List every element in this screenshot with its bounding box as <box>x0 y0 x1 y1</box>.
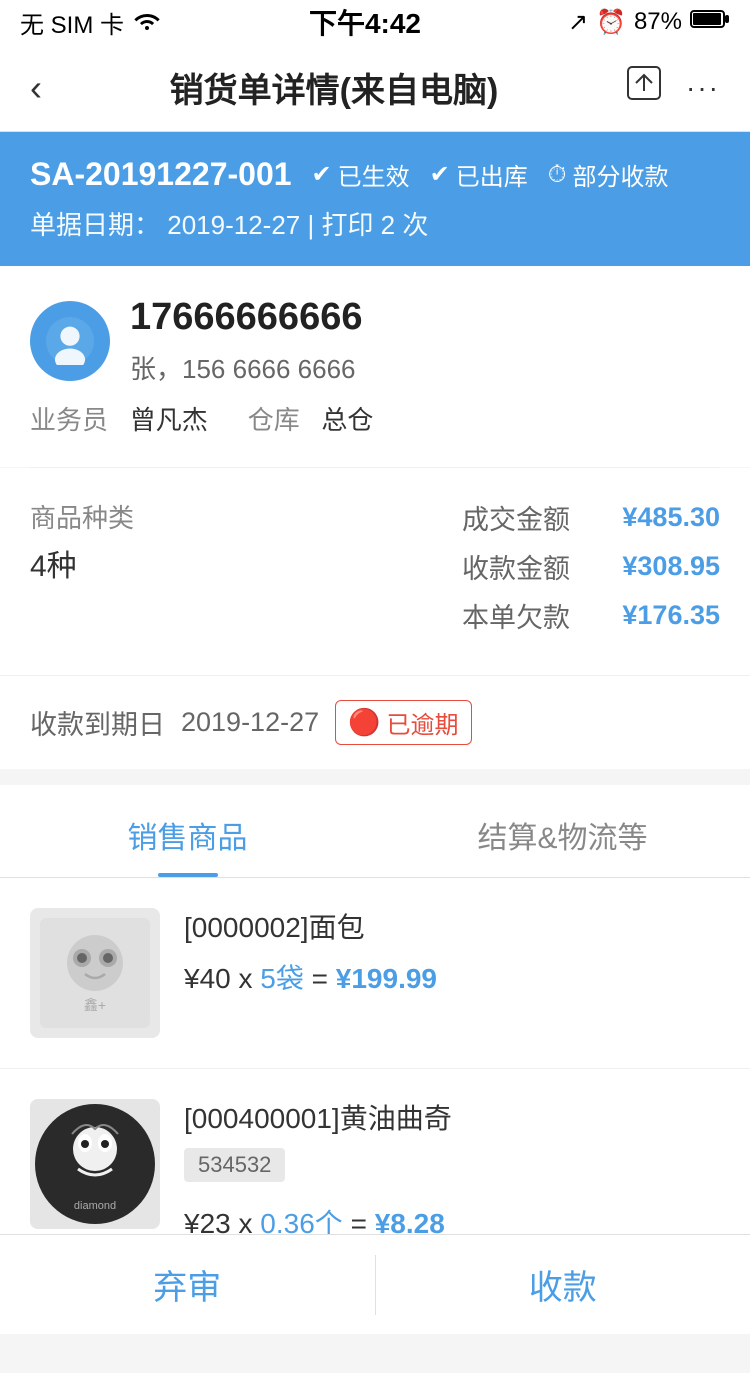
product-details-2: [000400001]黄油曲奇 534532 ¥23 x 0.36个 = ¥8.… <box>184 1099 720 1242</box>
salesperson-label: 业务员 <box>30 405 108 435</box>
cancel-button[interactable]: 弃审 <box>0 1235 375 1334</box>
tab-settlement[interactable]: 结算&物流等 <box>375 785 750 877</box>
customer-phone: 17666666666 <box>130 296 362 339</box>
badge-partial: ⏱ 部分收款 <box>548 157 669 192</box>
deal-value: ¥485.30 <box>590 502 720 533</box>
nav-left: ‹ <box>30 67 42 109</box>
due-date: 2019-12-27 <box>181 707 319 738</box>
receipt-value: ¥308.95 <box>590 551 720 582</box>
order-id: SA-20191227-001 <box>30 156 292 193</box>
badge-shipped: ✔ 已出库 <box>430 157 528 192</box>
svg-text:diamond: diamond <box>74 1200 116 1212</box>
warehouse-value: 总仓 <box>321 405 373 435</box>
sim-status: 无 SIM 卡 <box>20 5 124 40</box>
confirm-button[interactable]: 收款 <box>376 1235 750 1334</box>
product-price-row-1: ¥40 x 5袋 = ¥199.99 <box>184 957 720 997</box>
debt-label: 本单欠款 <box>462 596 570 635</box>
due-label: 收款到期日 <box>30 703 165 742</box>
salesperson-value: 曾凡杰 <box>130 405 208 435</box>
status-bar-right: ↗ ⏰ 87% <box>568 8 730 37</box>
check-icon-2: ✔ <box>430 160 450 189</box>
status-bar-time: 下午4:42 <box>309 2 421 42</box>
battery-icon <box>690 8 730 37</box>
type-label: 商品种类 <box>30 498 134 535</box>
summary-right: 成交金额 ¥485.30 收款金额 ¥308.95 本单欠款 ¥176.35 <box>462 498 720 645</box>
summary-section: 商品种类 4种 成交金额 ¥485.30 收款金额 ¥308.95 本单欠款 ¥… <box>0 468 750 675</box>
debt-value: ¥176.35 <box>590 600 720 631</box>
alarm-icon: ⏰ <box>596 8 626 37</box>
clock-icon: ⏱ <box>548 161 567 189</box>
page-title: 销货单详情(来自电脑) <box>170 63 499 112</box>
avatar <box>30 301 110 381</box>
nav-bar: ‹ 销货单详情(来自电脑) ··· <box>0 44 750 132</box>
product-name-1: [0000002]面包 <box>184 908 720 947</box>
tab-sales[interactable]: 销售商品 <box>0 785 375 877</box>
back-button[interactable]: ‹ <box>30 67 42 109</box>
deal-label: 成交金额 <box>462 498 570 537</box>
product-total-1: ¥199.99 <box>336 963 437 994</box>
customer-meta: 业务员 曾凡杰 仓库 总仓 <box>30 400 720 437</box>
customer-section: 17666666666 张，156 6666 6666 业务员 曾凡杰 仓库 总… <box>0 266 750 467</box>
receipt-label: 收款金额 <box>462 547 570 586</box>
product-sku-badge: 534532 <box>184 1148 285 1182</box>
tabs-container: 销售商品 结算&物流等 <box>0 785 750 878</box>
location-icon: ↗ <box>568 8 588 37</box>
status-bar-left: 无 SIM 卡 <box>20 5 162 40</box>
overdue-badge: 🔴 已逾期 <box>335 700 471 745</box>
type-value: 4种 <box>30 541 134 585</box>
bottom-bar: 弃审 收款 <box>0 1234 750 1334</box>
list-item: 鑫+ [0000002]面包 ¥40 x 5袋 = ¥199.99 <box>0 878 750 1069</box>
share-icon[interactable] <box>626 65 662 110</box>
customer-name-phone: 张，156 6666 6666 <box>130 349 362 386</box>
header-banner: SA-20191227-001 ✔ 已生效 ✔ 已出库 ⏱ 部分收款 单据日期：… <box>0 132 750 266</box>
products-section: 鑫+ [0000002]面包 ¥40 x 5袋 = ¥199.99 <box>0 878 750 1273</box>
badge-effective: ✔ 已生效 <box>312 157 410 192</box>
order-date-row: 单据日期： 2019-12-27 | 打印 2 次 <box>30 205 720 242</box>
product-image-2: diamond <box>30 1099 160 1229</box>
nav-right: ··· <box>626 65 720 110</box>
product-image-1: 鑫+ <box>30 908 160 1038</box>
warehouse-label: 仓库 <box>248 405 300 435</box>
product-quantity-1: 5袋 <box>260 963 304 994</box>
more-icon[interactable]: ··· <box>686 72 720 104</box>
overdue-icon: 🔴 <box>348 707 380 738</box>
due-section: 收款到期日 2019-12-27 🔴 已逾期 <box>0 675 750 769</box>
svg-text:鑫+: 鑫+ <box>84 997 106 1013</box>
product-name-2: [000400001]黄油曲奇 <box>184 1099 720 1138</box>
wifi-icon <box>132 8 162 37</box>
battery-text: 87% <box>634 8 682 36</box>
status-bar: 无 SIM 卡 下午4:42 ↗ ⏰ 87% <box>0 0 750 44</box>
check-icon-1: ✔ <box>312 160 332 189</box>
product-details-1: [0000002]面包 ¥40 x 5袋 = ¥199.99 <box>184 908 720 997</box>
